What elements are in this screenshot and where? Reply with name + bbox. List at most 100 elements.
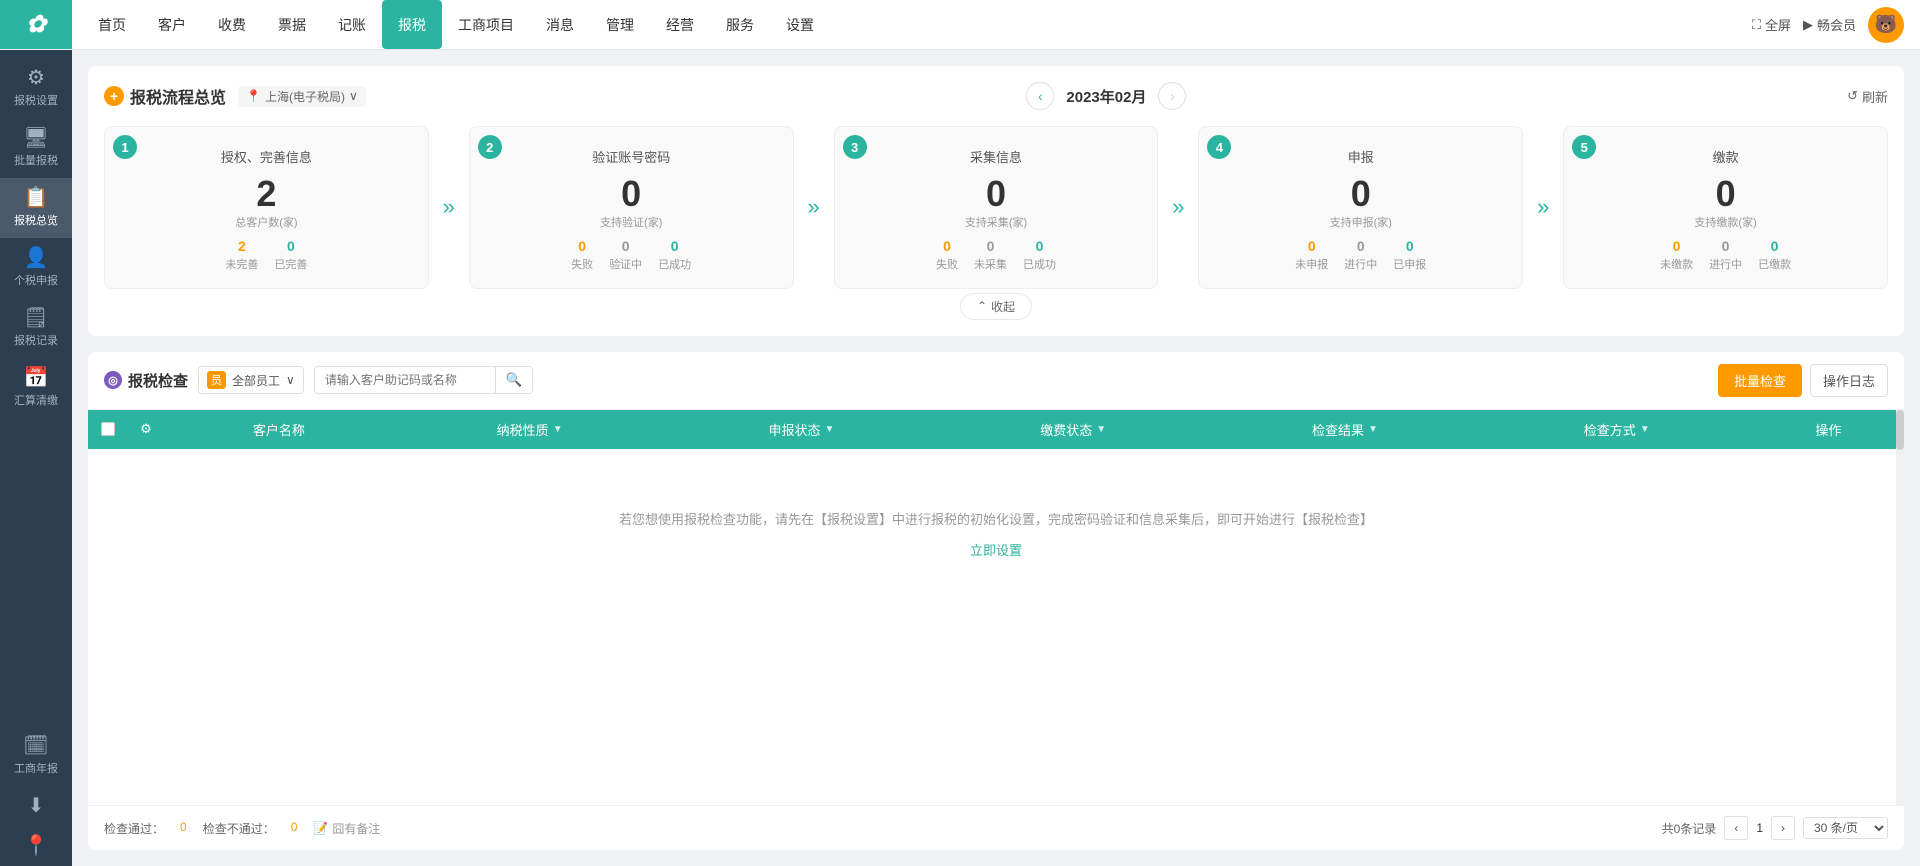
month-nav: ‹ 2023年02月 › — [1026, 82, 1186, 110]
per-page-select[interactable]: 30 条/页 50 条/页 100 条/页 — [1803, 817, 1888, 839]
select-all-checkbox[interactable] — [101, 422, 115, 436]
nav-item-fee[interactable]: 收费 — [202, 0, 262, 49]
step-4-stat-0[interactable]: 0 未申报 — [1295, 238, 1328, 272]
tax-settings-icon: ⚙ — [27, 68, 45, 88]
nav-item-home[interactable]: 首页 — [82, 0, 142, 49]
sidebar-item-batch-tax[interactable]: 🖥 批量报税 — [0, 118, 72, 178]
annual-report-icon: 🗓 — [23, 736, 48, 756]
batch-check-button[interactable]: 批量检查 — [1718, 364, 1802, 397]
step-1-count: 2 — [121, 174, 412, 214]
month-text: 2023年02月 — [1066, 86, 1146, 107]
nav-item-business[interactable]: 工商项目 — [442, 0, 530, 49]
step-3-stat-1[interactable]: 0 未采集 — [974, 238, 1007, 272]
search-input[interactable] — [315, 368, 495, 392]
fail-label: 检查不通过： — [203, 820, 275, 837]
sidebar-label-tax-overview: 报税总览 — [14, 212, 58, 228]
stat-num-zero: 0 — [1722, 238, 1730, 254]
step-2-name: 验证账号密码 — [486, 147, 777, 166]
fail-count[interactable]: 0 — [291, 820, 298, 837]
next-month-btn[interactable]: › — [1158, 82, 1186, 110]
step-1-stats: 2 未完善 0 已完善 — [121, 238, 412, 272]
step-arrow-3: » — [1158, 126, 1198, 289]
steps-row: 1 授权、完善信息 2 总客户数(家) 2 未完善 0 已完善 — [104, 126, 1888, 289]
step-5-stat-2[interactable]: 0 已缴款 — [1758, 238, 1791, 272]
step-3-stat-0[interactable]: 0 失败 — [936, 238, 958, 272]
nav-item-operation[interactable]: 经营 — [650, 0, 710, 49]
step-4-stat-2[interactable]: 0 已申报 — [1393, 238, 1426, 272]
nav-item-bookkeeping[interactable]: 记账 — [322, 0, 382, 49]
sidebar-item-annual-report[interactable]: 🗓 工商年报 — [0, 726, 72, 786]
step-arrow-1: » — [429, 126, 469, 289]
step-2-count: 0 — [486, 174, 777, 214]
step-5-stat-0[interactable]: 0 未缴款 — [1660, 238, 1693, 272]
sidebar-item-personal-tax[interactable]: 👤 个税申报 — [0, 238, 72, 298]
nav-item-settings[interactable]: 设置 — [770, 0, 830, 49]
step-arrow-4: » — [1523, 126, 1563, 289]
sidebar-item-tax-settings[interactable]: ⚙ 报税设置 — [0, 58, 72, 118]
overview-card: + 报税流程总览 📍 上海(电子税局) ∨ ‹ 2023年02月 › ↺ 刷新 — [88, 66, 1904, 336]
nav-item-service[interactable]: 服务 — [710, 0, 770, 49]
step-2-stat-2[interactable]: 0 已成功 — [658, 238, 691, 272]
check-result-filter[interactable]: 检查结果 ▼ — [1312, 420, 1378, 439]
nav-item-tax[interactable]: 报税 — [382, 0, 442, 49]
stat-num-blue: 0 — [1771, 238, 1779, 254]
prev-month-btn[interactable]: ‹ — [1026, 82, 1054, 110]
nav-item-invoice[interactable]: 票据 — [262, 0, 322, 49]
logo-area: ✿ — [0, 0, 72, 49]
last-page-btn[interactable]: › — [1771, 816, 1795, 840]
stat-label: 已成功 — [1023, 256, 1056, 272]
collapse-btn[interactable]: ⌃ 收起 — [960, 293, 1032, 320]
avatar[interactable]: 🐻 — [1868, 7, 1904, 43]
batch-tax-icon: 🖥 — [23, 128, 48, 148]
collapse-label: 收起 — [991, 298, 1015, 315]
col-label-customer: 客户名称 — [253, 423, 305, 438]
sidebar-item-location[interactable]: 📍 — [0, 826, 72, 866]
step-4-stat-1[interactable]: 0 进行中 — [1344, 238, 1377, 272]
stat-label: 未完善 — [225, 256, 258, 272]
search-button[interactable]: 🔍 — [495, 367, 533, 393]
nav-item-message[interactable]: 消息 — [530, 0, 590, 49]
stat-num-blue: 0 — [1036, 238, 1044, 254]
step-3-stat-2[interactable]: 0 已成功 — [1023, 238, 1056, 272]
step-1-stat-1[interactable]: 0 已完善 — [274, 238, 307, 272]
main-layout: ⚙ 报税设置 🖥 批量报税 📋 报税总览 👤 个税申报 🗒 报税记录 📅 汇算清… — [0, 50, 1920, 866]
th-customer-name: 客户名称 — [164, 410, 394, 449]
personal-tax-icon: 👤 — [24, 248, 49, 268]
settings-icon[interactable]: ⚙ — [140, 421, 152, 436]
employee-filter[interactable]: 员 全部员工 ∨ — [198, 366, 304, 394]
step-2-stat-0[interactable]: 0 失败 — [571, 238, 593, 272]
operation-log-button[interactable]: 操作日志 — [1810, 364, 1888, 397]
current-page: 1 — [1756, 821, 1763, 835]
declare-status-filter[interactable]: 申报状态 ▼ — [768, 420, 834, 439]
member-btn[interactable]: ▶ 畅会员 — [1803, 15, 1856, 34]
nav-item-customer[interactable]: 客户 — [142, 0, 202, 49]
sidebar: ⚙ 报税设置 🖥 批量报税 📋 报税总览 👤 个税申报 🗒 报税记录 📅 汇算清… — [0, 50, 72, 866]
sidebar-item-tax-overview[interactable]: 📋 报税总览 — [0, 178, 72, 238]
step-2-stat-1[interactable]: 0 验证中 — [609, 238, 642, 272]
tax-type-filter[interactable]: 纳税性质 ▼ — [497, 420, 563, 439]
check-method-filter[interactable]: 检查方式 ▼ — [1584, 420, 1650, 439]
search-box: 🔍 — [314, 366, 534, 394]
step-5-stat-1[interactable]: 0 进行中 — [1709, 238, 1742, 272]
avatar-icon: 🐻 — [1875, 14, 1897, 35]
sidebar-item-tax-record[interactable]: 🗒 报税记录 — [0, 298, 72, 358]
filter-icon: ▼ — [1640, 424, 1650, 435]
location-badge[interactable]: 📍 上海(电子税局) ∨ — [238, 86, 366, 107]
empty-text: 若您想使用报税检查功能，请先在【报税设置】中进行报税的初始化设置，完成密码验证和… — [619, 509, 1373, 528]
first-page-btn[interactable]: ‹ — [1724, 816, 1748, 840]
pay-status-filter[interactable]: 缴费状态 ▼ — [1040, 420, 1106, 439]
col-label-declare: 申报状态 — [768, 420, 820, 439]
sidebar-item-settlement[interactable]: 📅 汇算清缴 — [0, 358, 72, 418]
fullscreen-btn[interactable]: ⛶ 全屏 — [1752, 15, 1791, 34]
scrollbar-area[interactable] — [1896, 410, 1904, 805]
settlement-icon: 📅 — [24, 368, 49, 388]
sidebar-item-download[interactable]: ⬇ — [0, 786, 72, 826]
refresh-btn[interactable]: ↺ 刷新 — [1847, 87, 1888, 106]
pass-count[interactable]: 0 — [180, 820, 187, 837]
setup-link[interactable]: 立即设置 — [970, 540, 1022, 559]
nav-item-management[interactable]: 管理 — [590, 0, 650, 49]
sidebar-label-batch-tax: 批量报税 — [14, 152, 58, 168]
step-1-stat-0[interactable]: 2 未完善 — [225, 238, 258, 272]
th-operation: 操作 — [1753, 410, 1904, 449]
refresh-label: 刷新 — [1862, 87, 1888, 106]
